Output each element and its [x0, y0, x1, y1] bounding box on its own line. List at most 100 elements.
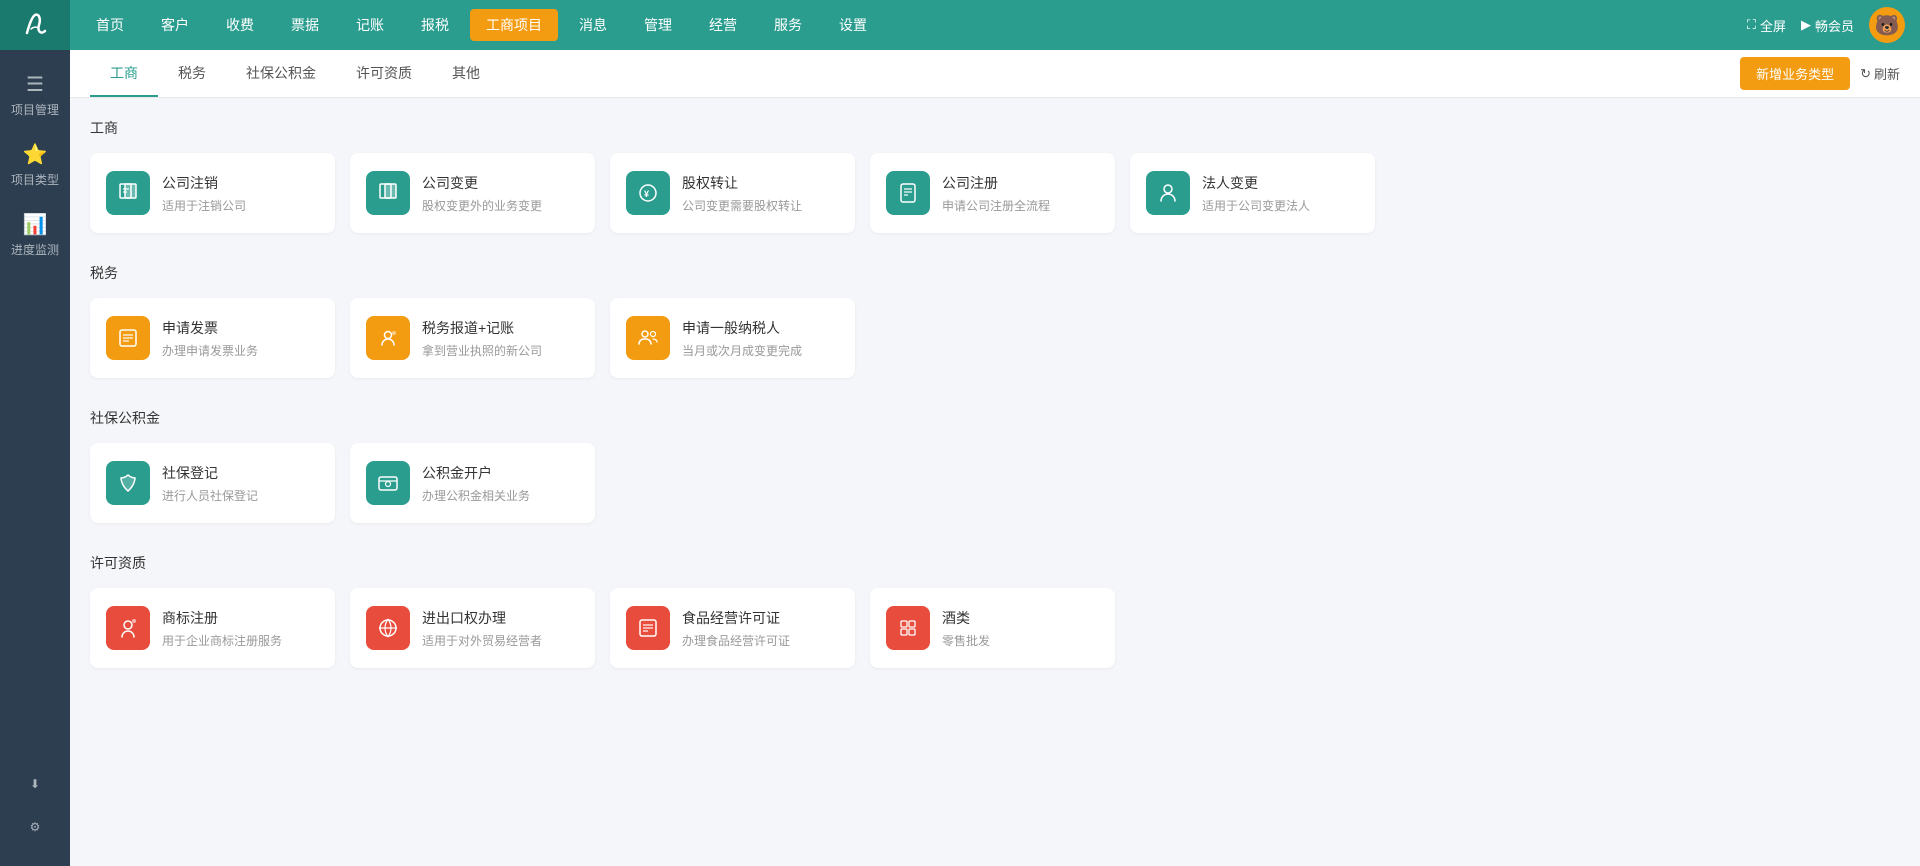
card-icon-company-cancel [106, 171, 150, 215]
card-text-company-register: 公司注册 申请公司注册全流程 [942, 173, 1050, 214]
sidebar-item-progress[interactable]: 📊 进度监测 [0, 200, 70, 270]
card-general-taxpayer[interactable]: 申请一般纳税人 当月或次月成变更完成 [610, 298, 855, 378]
fullscreen-btn[interactable]: ⛶ 全屏 [1747, 16, 1786, 35]
nav-fees[interactable]: 收费 [210, 9, 270, 41]
card-icon-alcohol [886, 606, 930, 650]
sidebar-download[interactable]: ⬇ [0, 765, 70, 803]
tab-social-insurance[interactable]: 社保公积金 [226, 50, 336, 97]
refresh-icon: ↻ [1860, 66, 1871, 82]
nav-operations[interactable]: 经营 [693, 9, 753, 41]
card-desc-company-cancel: 适用于注销公司 [162, 197, 246, 214]
content-area: 工商 税务 社保公积金 许可资质 其他 新增业务类型 ↻ 刷新 工商 [70, 50, 1920, 866]
card-social-insurance[interactable]: 社保登记 进行人员社保登记 [90, 443, 335, 523]
card-equity-transfer[interactable]: ¥ 股权转让 公司变更需要股权转让 [610, 153, 855, 233]
nav-settings[interactable]: 设置 [823, 9, 883, 41]
sidebar-bottom: ⬇ ⚙ [0, 765, 70, 866]
tools-icon: ⚙ [30, 820, 41, 834]
card-desc-trademark: 用于企业商标注册服务 [162, 632, 282, 649]
progress-icon: 📊 [23, 212, 48, 237]
card-text-alcohol: 酒类 零售批发 [942, 608, 990, 649]
sidebar-label-project-type: 项目类型 [11, 171, 59, 188]
left-sidebar: ☰ 项目管理 ⭐ 项目类型 📊 进度监测 ⬇ ⚙ [0, 50, 70, 866]
card-trademark[interactable]: 商标注册 用于企业商标注册服务 [90, 588, 335, 668]
card-alcohol[interactable]: 酒类 零售批发 [870, 588, 1115, 668]
card-name-fund-account: 公积金开户 [422, 463, 530, 483]
card-desc-general-taxpayer: 当月或次月成变更完成 [682, 342, 802, 359]
add-type-button[interactable]: 新增业务类型 [1740, 57, 1850, 90]
section-title-business: 工商 [90, 118, 1900, 138]
card-icon-company-register [886, 171, 930, 215]
card-name-general-taxpayer: 申请一般纳税人 [682, 318, 802, 338]
card-name-invoice-apply: 申请发票 [162, 318, 258, 338]
tab-business[interactable]: 工商 [90, 50, 158, 97]
cards-grid-social: 社保登记 进行人员社保登记 公积金开户 办理公积金相关业务 [90, 443, 1900, 523]
refresh-label: 刷新 [1874, 64, 1900, 83]
download-icon: ⬇ [30, 777, 40, 791]
section-title-social: 社保公积金 [90, 408, 1900, 428]
card-import-export[interactable]: 进出口权办理 适用于对外贸易经营者 [350, 588, 595, 668]
card-name-trademark: 商标注册 [162, 608, 282, 628]
card-food-license[interactable]: 食品经营许可证 办理食品经营许可证 [610, 588, 855, 668]
card-company-cancel[interactable]: 公司注销 适用于注销公司 [90, 153, 335, 233]
cards-grid-business: 公司注销 适用于注销公司 公司变更 股权变更外的业务变更 ¥ [90, 153, 1900, 233]
nav-home[interactable]: 首页 [80, 9, 140, 41]
project-type-icon: ⭐ [23, 142, 48, 167]
card-text-food-license: 食品经营许可证 办理食品经营许可证 [682, 608, 790, 649]
card-fund-account[interactable]: 公积金开户 办理公积金相关业务 [350, 443, 595, 523]
card-text-invoice-apply: 申请发票 办理申请发票业务 [162, 318, 258, 359]
member-icon: ▶ [1801, 17, 1811, 33]
project-management-icon: ☰ [26, 72, 44, 97]
card-tax-report[interactable]: 税务报道+记账 拿到营业执照的新公司 [350, 298, 595, 378]
tabs-left: 工商 税务 社保公积金 许可资质 其他 [90, 50, 500, 97]
sidebar-item-project-management[interactable]: ☰ 项目管理 [0, 60, 70, 130]
sidebar-label-progress: 进度监测 [11, 241, 59, 258]
tab-other[interactable]: 其他 [432, 50, 500, 97]
nav-service[interactable]: 服务 [758, 9, 818, 41]
card-desc-company-register: 申请公司注册全流程 [942, 197, 1050, 214]
nav-messages[interactable]: 消息 [563, 9, 623, 41]
card-name-import-export: 进出口权办理 [422, 608, 542, 628]
nav-business[interactable]: 工商项目 [470, 9, 558, 41]
card-name-legal-change: 法人变更 [1202, 173, 1310, 193]
tab-license[interactable]: 许可资质 [336, 50, 432, 97]
sidebar-tools[interactable]: ⚙ [0, 808, 70, 846]
fullscreen-icon: ⛶ [1747, 17, 1756, 33]
member-btn[interactable]: ▶ 畅会员 [1801, 16, 1854, 35]
card-desc-tax-report: 拿到营业执照的新公司 [422, 342, 542, 359]
card-desc-alcohol: 零售批发 [942, 632, 990, 649]
tabs-bar: 工商 税务 社保公积金 许可资质 其他 新增业务类型 ↻ 刷新 [70, 50, 1920, 98]
nav-management[interactable]: 管理 [628, 9, 688, 41]
nav-tax[interactable]: 报税 [405, 9, 465, 41]
card-text-equity-transfer: 股权转让 公司变更需要股权转让 [682, 173, 802, 214]
card-text-tax-report: 税务报道+记账 拿到营业执照的新公司 [422, 318, 542, 359]
card-name-tax-report: 税务报道+记账 [422, 318, 542, 338]
card-desc-company-change: 股权变更外的业务变更 [422, 197, 542, 214]
card-invoice-apply[interactable]: 申请发票 办理申请发票业务 [90, 298, 335, 378]
svg-text:¥: ¥ [644, 189, 649, 199]
card-icon-social-insurance [106, 461, 150, 505]
nav-items: 首页 客户 收费 票据 记账 报税 工商项目 消息 管理 经营 服务 设置 [70, 9, 1747, 41]
card-text-trademark: 商标注册 用于企业商标注册服务 [162, 608, 282, 649]
card-name-food-license: 食品经营许可证 [682, 608, 790, 628]
card-icon-general-taxpayer [626, 316, 670, 360]
nav-customer[interactable]: 客户 [145, 9, 205, 41]
refresh-button[interactable]: ↻ 刷新 [1860, 64, 1900, 83]
card-company-register[interactable]: 公司注册 申请公司注册全流程 [870, 153, 1115, 233]
cards-grid-tax: 申请发票 办理申请发票业务 税务报道+记账 拿到营业执照的新公司 [90, 298, 1900, 378]
card-legal-change[interactable]: 法人变更 适用于公司变更法人 [1130, 153, 1375, 233]
tab-tax[interactable]: 税务 [158, 50, 226, 97]
sidebar-label-project-management: 项目管理 [11, 101, 59, 118]
card-text-company-cancel: 公司注销 适用于注销公司 [162, 173, 246, 214]
card-desc-legal-change: 适用于公司变更法人 [1202, 197, 1310, 214]
logo [0, 0, 70, 50]
tabs-right: 新增业务类型 ↻ 刷新 [1740, 57, 1900, 90]
sidebar-item-project-type[interactable]: ⭐ 项目类型 [0, 130, 70, 200]
scroll-content[interactable]: 工商 公司注销 适用于注销公司 公司变更 [70, 98, 1920, 866]
nav-tickets[interactable]: 票据 [275, 9, 335, 41]
card-icon-trademark [106, 606, 150, 650]
section-title-license: 许可资质 [90, 553, 1900, 573]
card-company-change[interactable]: 公司变更 股权变更外的业务变更 [350, 153, 595, 233]
card-icon-legal-change [1146, 171, 1190, 215]
nav-accounting[interactable]: 记账 [340, 9, 400, 41]
mascot-avatar[interactable]: 🐻 [1869, 7, 1905, 43]
